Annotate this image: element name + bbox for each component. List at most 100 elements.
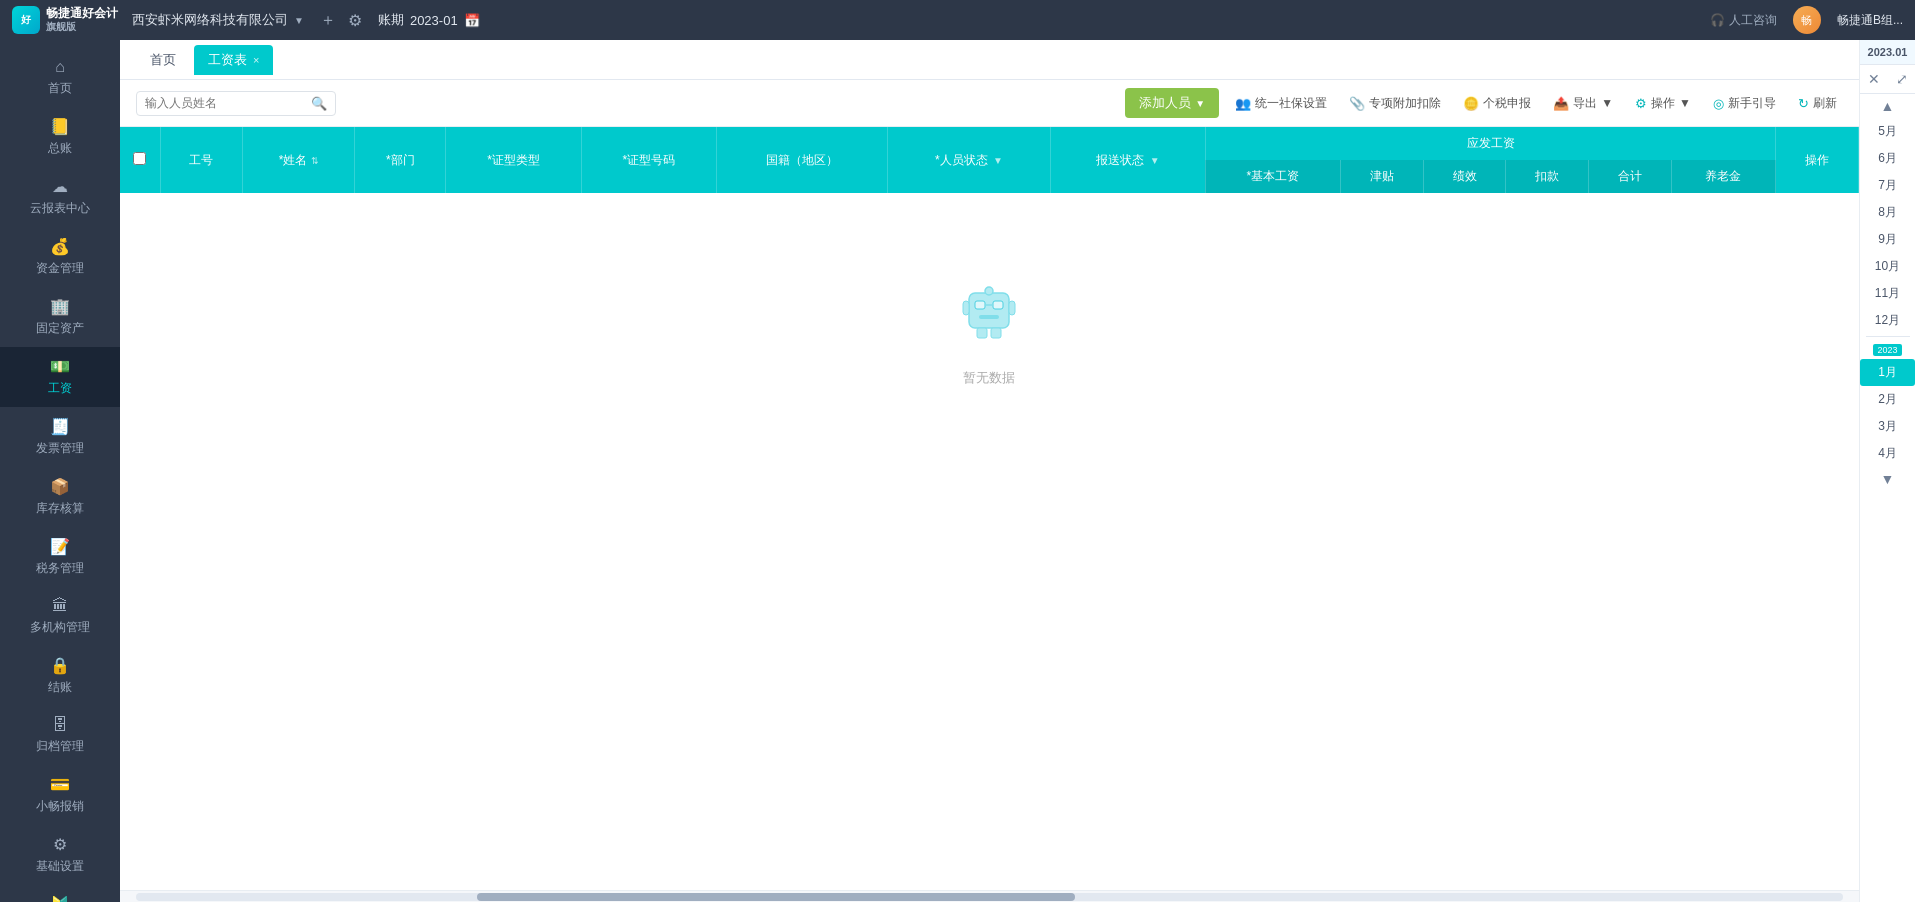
empty-state: 暂无数据	[120, 193, 1859, 467]
tab-salary-table[interactable]: 工资表 ×	[194, 45, 273, 75]
top-header: 好 畅捷通好会计 旗舰版 西安虾米网络科技有限公司 ▼ ＋ ⚙ 账期 2023-…	[0, 0, 1915, 40]
sidebar-item-guide[interactable]: 🔰 新手引导	[0, 885, 120, 902]
cloud-icon: ☁	[52, 177, 68, 196]
th-report-status[interactable]: 报送状态 ▼	[1051, 127, 1206, 193]
sidebar-item-settings[interactable]: ⚙ 基础设置	[0, 825, 120, 885]
date-item-5[interactable]: 5月	[1860, 118, 1915, 145]
scrollbar-track	[136, 893, 1843, 901]
svg-rect-2	[993, 301, 1003, 309]
sidebar-item-salary[interactable]: 💵 工资	[0, 347, 120, 407]
date-item-7[interactable]: 7月	[1860, 172, 1915, 199]
operations-btn[interactable]: ⚙ 操作 ▼	[1629, 91, 1697, 116]
add-company-btn[interactable]: ＋	[320, 10, 336, 31]
sidebar-item-multi-org[interactable]: 🏛 多机构管理	[0, 587, 120, 646]
date-item-1[interactable]: 1月	[1860, 359, 1915, 386]
sidebar-item-cloud-report[interactable]: ☁ 云报表中心	[0, 167, 120, 227]
invoice-icon: 🧾	[50, 417, 70, 436]
svg-rect-8	[1009, 301, 1015, 315]
th-name[interactable]: *姓名 ⇅	[243, 127, 355, 193]
th-total-label: 合计	[1618, 169, 1642, 183]
th-status[interactable]: *人员状态 ▼	[887, 127, 1050, 193]
export-dropdown-icon: ▼	[1601, 96, 1613, 110]
empty-text: 暂无数据	[963, 369, 1015, 387]
social-settings-label: 统一社保设置	[1255, 95, 1327, 112]
sidebar-item-expense[interactable]: 💳 小畅报销	[0, 765, 120, 825]
select-all-checkbox[interactable]	[133, 152, 146, 165]
fixed-assets-icon: 🏢	[50, 297, 70, 316]
sidebar-item-ledger[interactable]: 📒 总账	[0, 107, 120, 167]
th-allowance-label: 津贴	[1370, 169, 1394, 183]
sidebar-item-home[interactable]: ⌂ 首页	[0, 48, 120, 107]
period-value: 2023-01	[410, 13, 458, 28]
toolbar-right: 添加人员 ▼ 👥 统一社保设置 📎 专项附加扣除 🪙 个税申报 📤	[1125, 88, 1843, 118]
th-checkbox	[120, 127, 160, 193]
th-operations: 操作	[1776, 127, 1859, 193]
date-item-12[interactable]: 12月	[1860, 307, 1915, 334]
sidebar-item-archive[interactable]: 🗄 归档管理	[0, 706, 120, 765]
sidebar-item-close[interactable]: 🔒 结账	[0, 646, 120, 706]
company-selector[interactable]: 西安虾米网络科技有限公司 ▼	[132, 11, 304, 29]
expand-panel-btn[interactable]: ⤢	[1890, 69, 1914, 89]
date-item-6[interactable]: 6月	[1860, 145, 1915, 172]
ledger-icon: 📒	[50, 117, 70, 136]
app-subtitle: 旗舰版	[46, 20, 118, 34]
settings-btn[interactable]: ⚙	[348, 11, 362, 30]
status-filter-icon[interactable]: ▼	[993, 155, 1003, 166]
help-btn[interactable]: 🎧 人工咨询	[1710, 12, 1777, 29]
calendar-icon[interactable]: 📅	[464, 13, 480, 28]
company-dropdown-icon: ▼	[294, 15, 304, 26]
date-panel-header: 2023.01	[1860, 40, 1915, 65]
tab-home[interactable]: 首页	[136, 45, 190, 75]
add-person-label: 添加人员	[1139, 94, 1191, 112]
account-period: 账期 2023-01 📅	[378, 11, 480, 29]
help-label: 人工咨询	[1729, 12, 1777, 29]
add-person-button[interactable]: 添加人员 ▼	[1125, 88, 1219, 118]
tab-close-salary[interactable]: ×	[253, 54, 259, 66]
date-nav-up[interactable]: ▲	[1860, 94, 1915, 118]
personal-tax-btn[interactable]: 🪙 个税申报	[1457, 91, 1537, 116]
date-nav-down[interactable]: ▼	[1860, 467, 1915, 491]
settings-sidebar-icon: ⚙	[53, 835, 67, 854]
guide-icon: 🔰	[50, 895, 70, 902]
search-input[interactable]	[145, 96, 305, 110]
sidebar-item-fixed-assets[interactable]: 🏢 固定资产	[0, 287, 120, 347]
date-item-8[interactable]: 8月	[1860, 199, 1915, 226]
user-name[interactable]: 畅捷通B组...	[1837, 12, 1903, 29]
current-period-label: 2023.01	[1868, 46, 1908, 58]
th-performance-label: 绩效	[1453, 169, 1477, 183]
report-status-filter-icon[interactable]: ▼	[1150, 155, 1160, 166]
date-item-11[interactable]: 11月	[1860, 280, 1915, 307]
table-header-row1: 工号 *姓名 ⇅ *部门 *证型类型 *证型号码	[120, 127, 1859, 160]
th-deduction-label: 扣款	[1535, 169, 1559, 183]
date-item-9[interactable]: 9月	[1860, 226, 1915, 253]
th-total: 合计	[1588, 160, 1671, 193]
search-icon: 🔍	[311, 96, 327, 111]
date-item-10[interactable]: 10月	[1860, 253, 1915, 280]
date-item-2[interactable]: 2月	[1860, 386, 1915, 413]
social-settings-btn[interactable]: 👥 统一社保设置	[1229, 91, 1333, 116]
tab-salary-label: 工资表	[208, 51, 247, 69]
th-id: 工号	[160, 127, 243, 193]
date-item-4[interactable]: 4月	[1860, 440, 1915, 467]
sidebar-item-fund[interactable]: 💰 资金管理	[0, 227, 120, 287]
sidebar-label-multi-org: 多机构管理	[30, 619, 90, 636]
export-label: 导出	[1573, 95, 1597, 112]
sidebar-label-close: 结账	[48, 679, 72, 696]
sidebar-item-tax[interactable]: 📝 税务管理	[0, 527, 120, 587]
sidebar-item-inventory[interactable]: 📦 库存核算	[0, 467, 120, 527]
year-badge: 2023	[1873, 344, 1901, 356]
date-item-3[interactable]: 3月	[1860, 413, 1915, 440]
scrollbar-thumb[interactable]	[477, 893, 1074, 901]
h-scrollbar[interactable]	[120, 890, 1859, 902]
special-deduction-btn[interactable]: 📎 专项附加扣除	[1343, 91, 1447, 116]
th-nationality-label: 国籍（地区）	[766, 153, 838, 167]
export-icon: 📤	[1553, 96, 1569, 111]
guide-btn[interactable]: ◎ 新手引导	[1707, 91, 1782, 116]
sidebar-label-archive: 归档管理	[36, 738, 84, 755]
sidebar-item-invoice[interactable]: 🧾 发票管理	[0, 407, 120, 467]
user-avatar[interactable]: 畅	[1793, 6, 1821, 34]
close-panel-btn[interactable]: ✕	[1862, 69, 1886, 89]
sidebar-label-fund: 资金管理	[36, 260, 84, 277]
export-btn[interactable]: 📤 导出 ▼	[1547, 91, 1619, 116]
refresh-btn[interactable]: ↻ 刷新	[1792, 91, 1843, 116]
